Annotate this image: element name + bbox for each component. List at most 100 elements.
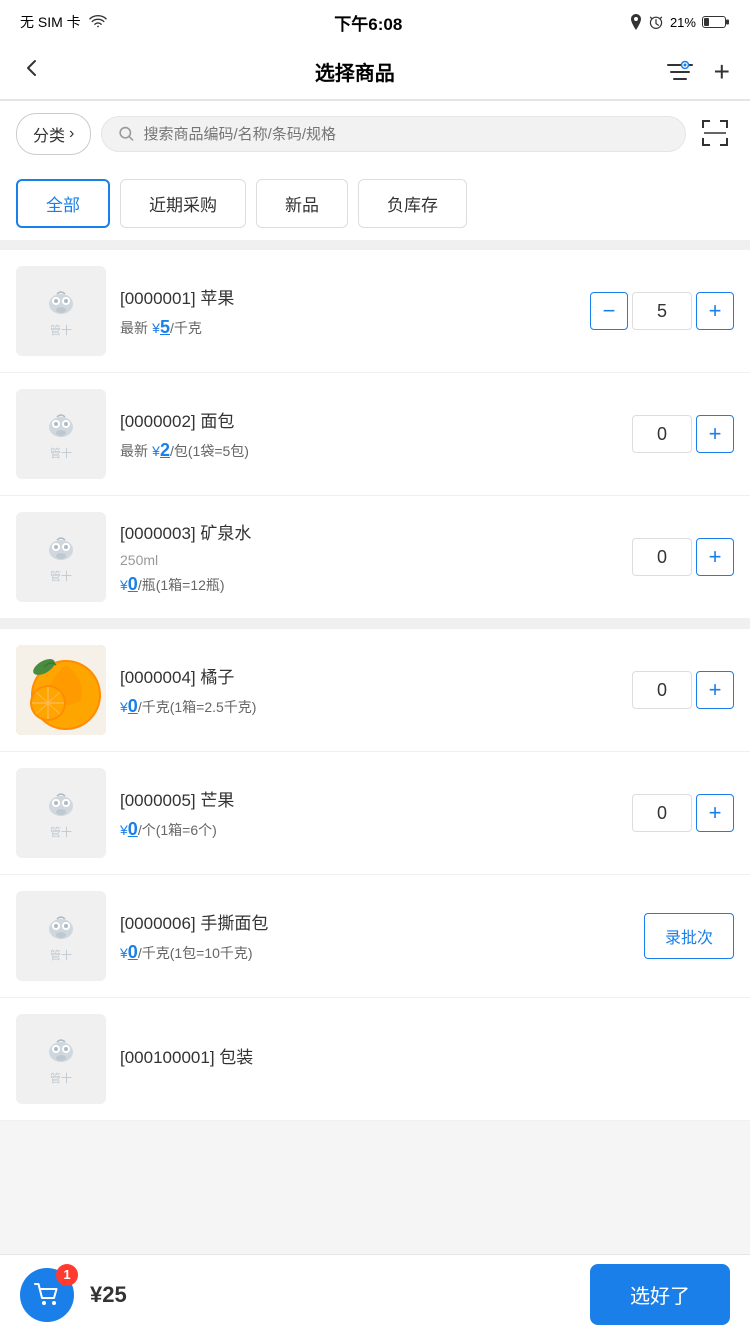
battery-icon [702, 15, 730, 29]
owl-logo: 管十 [43, 530, 79, 584]
nav-left [20, 56, 44, 87]
product-thumbnail: 管十 [16, 1014, 106, 1104]
orange-image [16, 645, 106, 735]
product-info: [0000006] 手撕面包 ¥0/千克(1包=10千克) [120, 909, 630, 963]
tab-new[interactable]: 新品 [256, 179, 348, 228]
price-value: 5 [160, 317, 170, 337]
owl-logo: 管十 [43, 1032, 79, 1086]
price-unit: /千克(1包=10千克) [138, 945, 253, 961]
owl-icon [43, 786, 79, 822]
product-price: ¥0/瓶(1箱=12瓶) [120, 574, 618, 595]
product-thumbnail: 管十 [16, 512, 106, 602]
tab-recent[interactable]: 近期采购 [120, 179, 246, 228]
wifi-icon [89, 15, 107, 29]
quantity-control: + [632, 538, 734, 576]
owl-logo: 管十 [43, 407, 79, 461]
increase-button[interactable]: + [696, 671, 734, 709]
quantity-control: 录批次 [644, 913, 734, 959]
product-item: [0000004] 橘子 ¥0/千克(1箱=2.5千克) + [0, 629, 750, 752]
tab-all[interactable]: 全部 [16, 179, 110, 228]
status-time: 下午6:08 [334, 10, 402, 35]
cart-button[interactable]: 1 [20, 1268, 74, 1322]
quantity-input[interactable] [632, 671, 692, 709]
search-bar [101, 116, 686, 152]
product-item: 管十 [0000005] 芒果 ¥0/个(1箱=6个) + [0, 752, 750, 875]
back-button[interactable] [20, 56, 44, 87]
product-price: ¥0/千克(1包=10千克) [120, 942, 630, 963]
owl-brand-text: 管十 [50, 322, 72, 338]
quantity-input[interactable] [632, 415, 692, 453]
product-info: [0000002] 面包 最新 ¥2/包(1袋=5包) [120, 407, 618, 461]
product-name: [0000002] 面包 [120, 407, 618, 432]
product-price: 最新 ¥2/包(1袋=5包) [120, 440, 618, 461]
batch-button[interactable]: 录批次 [644, 913, 734, 959]
status-bar: 无 SIM 卡 下午6:08 21% [0, 0, 750, 44]
owl-icon [43, 530, 79, 566]
alarm-icon [648, 14, 664, 30]
increase-button[interactable]: + [696, 538, 734, 576]
increase-button[interactable]: + [696, 292, 734, 330]
owl-icon [43, 909, 79, 945]
price-unit: /千克(1箱=2.5千克) [138, 699, 257, 715]
owl-brand-text: 管十 [50, 568, 72, 584]
page-title: 选择商品 [315, 57, 395, 86]
product-price: 最新 ¥5/千克 [120, 317, 576, 338]
quantity-control: + [632, 415, 734, 453]
quantity-input[interactable] [632, 538, 692, 576]
owl-icon [43, 1032, 79, 1068]
nav-bar: 选择商品 + [0, 44, 750, 100]
product-thumbnail [16, 645, 106, 735]
product-price: ¥0/个(1箱=6个) [120, 819, 618, 840]
product-thumbnail: 管十 [16, 891, 106, 981]
product-item: 管十 [0000002] 面包 最新 ¥2/包(1袋=5包) + [0, 373, 750, 496]
product-price: ¥0/千克(1箱=2.5千克) [120, 696, 618, 717]
product-item: 管十 [0000003] 矿泉水 250ml ¥0/瓶(1箱=12瓶) + [0, 496, 750, 619]
product-info: [0000001] 苹果 最新 ¥5/千克 [120, 284, 576, 338]
product-name: [0000003] 矿泉水 [120, 519, 618, 544]
search-icon [118, 125, 135, 143]
quantity-input[interactable] [632, 292, 692, 330]
category-chevron-icon: › [69, 125, 74, 143]
bottom-bar: 1 ¥25 选好了 [0, 1254, 750, 1334]
owl-logo: 管十 [43, 786, 79, 840]
confirm-button[interactable]: 选好了 [590, 1264, 730, 1325]
owl-brand-text: 管十 [50, 445, 72, 461]
product-name: [000100001] 包装 [120, 1043, 734, 1068]
increase-button[interactable]: + [696, 794, 734, 832]
owl-brand-text: 管十 [50, 1070, 72, 1086]
product-name: [0000006] 手撕面包 [120, 909, 630, 934]
owl-brand-text: 管十 [50, 824, 72, 840]
cart-area: 1 ¥25 [20, 1268, 127, 1322]
quantity-control: + [632, 794, 734, 832]
decrease-button[interactable]: − [590, 292, 628, 330]
battery-label: 21% [670, 15, 696, 30]
product-thumbnail: 管十 [16, 389, 106, 479]
quantity-control: + [632, 671, 734, 709]
quantity-input[interactable] [632, 794, 692, 832]
increase-button[interactable]: + [696, 415, 734, 453]
add-button[interactable]: + [714, 56, 730, 88]
cart-badge: 1 [56, 1264, 78, 1286]
product-info: [000100001] 包装 [120, 1043, 734, 1076]
cart-total: ¥25 [90, 1282, 127, 1308]
product-thumbnail: 管十 [16, 266, 106, 356]
filter-button[interactable] [666, 60, 694, 84]
category-button[interactable]: 分类 › [16, 113, 91, 155]
nav-right: + [666, 56, 730, 88]
carrier-label: 无 SIM 卡 [20, 12, 81, 32]
tab-row: 全部 近期采购 新品 负库存 [0, 167, 750, 240]
latest-label: 最新 [120, 320, 148, 336]
cart-icon [33, 1281, 61, 1309]
product-list: 管十 [0000001] 苹果 最新 ¥5/千克 − + [0, 250, 750, 1121]
search-input[interactable] [144, 126, 669, 143]
quantity-control: − + [590, 292, 734, 330]
scan-icon [700, 118, 730, 148]
price-unit: /个(1箱=6个) [138, 822, 217, 838]
product-info: [0000003] 矿泉水 250ml ¥0/瓶(1箱=12瓶) [120, 519, 618, 595]
scan-button[interactable] [696, 114, 734, 155]
price-value: 2 [160, 440, 170, 460]
status-right: 21% [630, 14, 730, 30]
product-info: [0000004] 橘子 ¥0/千克(1箱=2.5千克) [120, 663, 618, 717]
price-unit: /千克 [170, 320, 202, 336]
tab-negative[interactable]: 负库存 [358, 179, 467, 228]
